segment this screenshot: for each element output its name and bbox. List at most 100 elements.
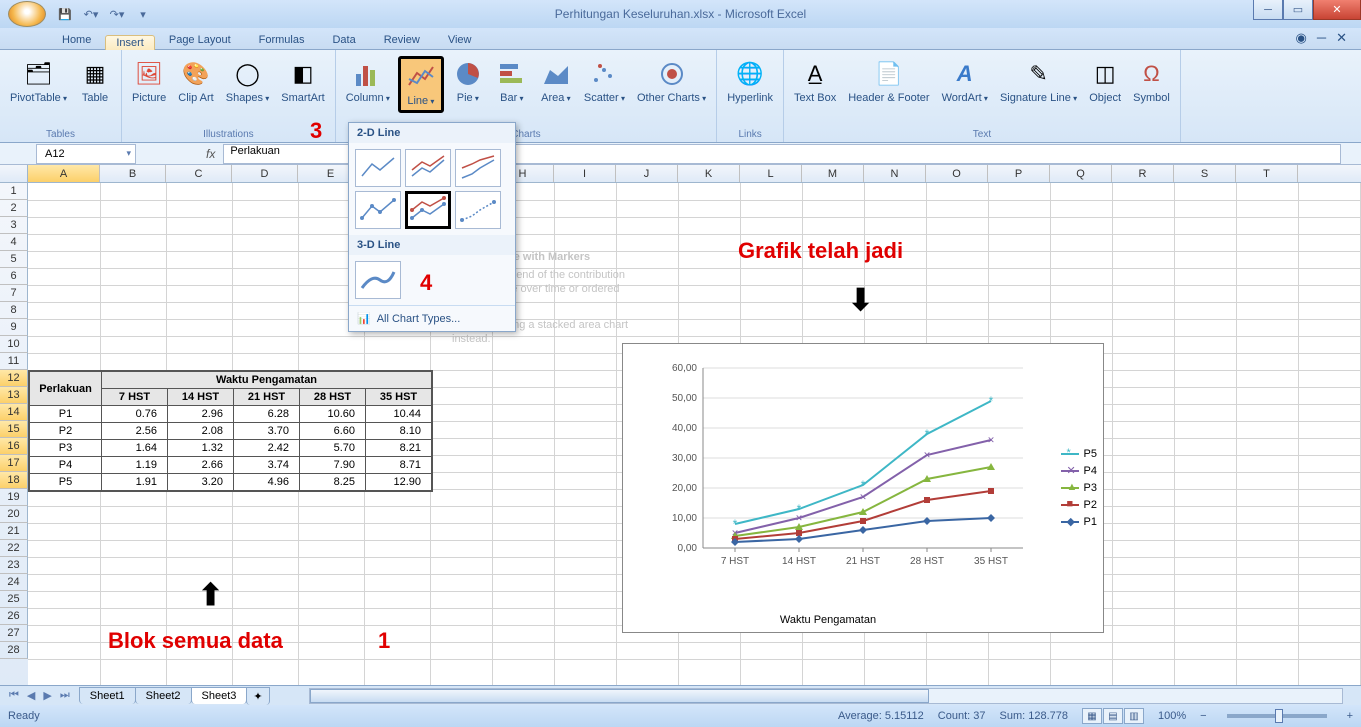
- clipart-button[interactable]: 🎨Clip Art: [174, 56, 217, 106]
- help-icon[interactable]: ◉: [1296, 30, 1307, 46]
- col-header-I[interactable]: I: [554, 165, 616, 182]
- redo-icon[interactable]: ↷▾: [106, 3, 128, 25]
- signature-line-button[interactable]: ✎Signature Line: [996, 56, 1081, 107]
- sheet-tab-2[interactable]: Sheet2: [135, 687, 192, 704]
- col-header-O[interactable]: O: [926, 165, 988, 182]
- row-header-14[interactable]: 14: [0, 404, 28, 421]
- col-header-M[interactable]: M: [802, 165, 864, 182]
- select-all-button[interactable]: [0, 165, 28, 182]
- zoom-in-button[interactable]: +: [1347, 710, 1353, 722]
- view-page-break-icon[interactable]: ▥: [1124, 708, 1144, 724]
- bar-chart-button[interactable]: Bar: [492, 56, 532, 107]
- col-header-P[interactable]: P: [988, 165, 1050, 182]
- sheet-nav-prev-icon[interactable]: ◀: [24, 689, 38, 702]
- row-header-1[interactable]: 1: [0, 183, 28, 200]
- row-header-6[interactable]: 6: [0, 268, 28, 285]
- col-header-J[interactable]: J: [616, 165, 678, 182]
- col-header-Q[interactable]: Q: [1050, 165, 1112, 182]
- save-icon[interactable]: 💾: [54, 3, 76, 25]
- new-sheet-button[interactable]: ✦: [246, 687, 269, 705]
- col-header-C[interactable]: C: [166, 165, 232, 182]
- row-header-9[interactable]: 9: [0, 319, 28, 336]
- col-header-N[interactable]: N: [864, 165, 926, 182]
- view-page-layout-icon[interactable]: ▤: [1103, 708, 1123, 724]
- hyperlink-button[interactable]: 🌐Hyperlink: [723, 56, 777, 106]
- row-header-17[interactable]: 17: [0, 455, 28, 472]
- row-header-19[interactable]: 19: [0, 489, 28, 506]
- row-header-23[interactable]: 23: [0, 557, 28, 574]
- col-header-T[interactable]: T: [1236, 165, 1298, 182]
- row-header-11[interactable]: 11: [0, 353, 28, 370]
- other-charts-button[interactable]: Other Charts: [633, 56, 710, 107]
- minimize-button[interactable]: ─: [1253, 0, 1283, 20]
- row-header-16[interactable]: 16: [0, 438, 28, 455]
- col-header-K[interactable]: K: [678, 165, 740, 182]
- row-header-8[interactable]: 8: [0, 302, 28, 319]
- sheet-nav-last-icon[interactable]: ⏭: [57, 689, 73, 702]
- maximize-button[interactable]: ▭: [1283, 0, 1313, 20]
- table-button[interactable]: ▦Table: [75, 56, 115, 106]
- tab-home[interactable]: Home: [48, 31, 105, 49]
- office-button[interactable]: [8, 1, 46, 27]
- pie-chart-button[interactable]: Pie: [448, 56, 488, 107]
- header-footer-button[interactable]: 📄Header & Footer: [844, 56, 933, 106]
- row-header-10[interactable]: 10: [0, 336, 28, 353]
- area-chart-button[interactable]: Area: [536, 56, 576, 107]
- col-header-B[interactable]: B: [100, 165, 166, 182]
- tab-data[interactable]: Data: [318, 31, 369, 49]
- col-header-R[interactable]: R: [1112, 165, 1174, 182]
- tab-page-layout[interactable]: Page Layout: [155, 31, 245, 49]
- wordart-button[interactable]: AWordArt: [938, 56, 992, 107]
- object-button[interactable]: ◫Object: [1085, 56, 1125, 106]
- cells-area[interactable]: Perlakuan Waktu Pengamatan 7 HST14 HST21…: [28, 183, 1361, 685]
- horizontal-scrollbar[interactable]: [309, 688, 1343, 704]
- row-header-24[interactable]: 24: [0, 574, 28, 591]
- tab-view[interactable]: View: [434, 31, 486, 49]
- tab-formulas[interactable]: Formulas: [245, 31, 319, 49]
- col-header-A[interactable]: A: [28, 165, 100, 182]
- undo-icon[interactable]: ↶▾: [80, 3, 102, 25]
- row-header-13[interactable]: 13: [0, 387, 28, 404]
- fx-icon[interactable]: fx: [206, 147, 215, 161]
- shapes-button[interactable]: ◯Shapes: [222, 56, 274, 107]
- row-header-18[interactable]: 18: [0, 472, 28, 489]
- line-2d-option-6[interactable]: [455, 191, 501, 229]
- line-chart-button[interactable]: Line: [398, 56, 444, 113]
- line-2d-option-3[interactable]: [455, 149, 501, 187]
- row-header-22[interactable]: 22: [0, 540, 28, 557]
- qat-customize-icon[interactable]: ▾: [132, 3, 154, 25]
- row-header-4[interactable]: 4: [0, 234, 28, 251]
- textbox-button[interactable]: A̲Text Box: [790, 56, 840, 106]
- all-chart-types-button[interactable]: 📊All Chart Types...: [349, 305, 515, 331]
- zoom-slider[interactable]: [1227, 714, 1327, 718]
- row-header-2[interactable]: 2: [0, 200, 28, 217]
- minimize-ribbon-icon[interactable]: ─: [1317, 30, 1326, 46]
- tab-review[interactable]: Review: [370, 31, 434, 49]
- sheet-tab-1[interactable]: Sheet1: [79, 687, 136, 704]
- line-2d-option-1[interactable]: [355, 149, 401, 187]
- row-header-25[interactable]: 25: [0, 591, 28, 608]
- worksheet-grid[interactable]: ABCDEFGHIJKLMNOPQRST 1234567891011121314…: [0, 165, 1361, 685]
- close-button[interactable]: ✕: [1313, 0, 1361, 20]
- tab-insert[interactable]: Insert: [105, 35, 155, 50]
- embedded-chart[interactable]: 0,0010,0020,0030,0040,0050,0060,007 HST1…: [622, 343, 1104, 633]
- name-box[interactable]: A12: [36, 144, 136, 164]
- line-3d-option-1[interactable]: [355, 261, 401, 299]
- col-header-L[interactable]: L: [740, 165, 802, 182]
- line-2d-option-2[interactable]: [405, 149, 451, 187]
- picture-button[interactable]: 🖼Picture: [128, 56, 170, 106]
- line-2d-option-4[interactable]: [355, 191, 401, 229]
- row-header-3[interactable]: 3: [0, 217, 28, 234]
- sheet-nav-next-icon[interactable]: ▶: [40, 689, 54, 702]
- zoom-out-button[interactable]: −: [1200, 710, 1206, 722]
- column-chart-button[interactable]: Column: [342, 56, 394, 107]
- col-header-S[interactable]: S: [1174, 165, 1236, 182]
- row-header-5[interactable]: 5: [0, 251, 28, 268]
- row-header-7[interactable]: 7: [0, 285, 28, 302]
- close-workbook-icon[interactable]: ✕: [1336, 30, 1347, 46]
- row-header-15[interactable]: 15: [0, 421, 28, 438]
- view-normal-icon[interactable]: ▦: [1082, 708, 1102, 724]
- sheet-tab-3[interactable]: Sheet3: [191, 687, 248, 704]
- row-header-27[interactable]: 27: [0, 625, 28, 642]
- sheet-nav-first-icon[interactable]: ⏮: [6, 689, 22, 702]
